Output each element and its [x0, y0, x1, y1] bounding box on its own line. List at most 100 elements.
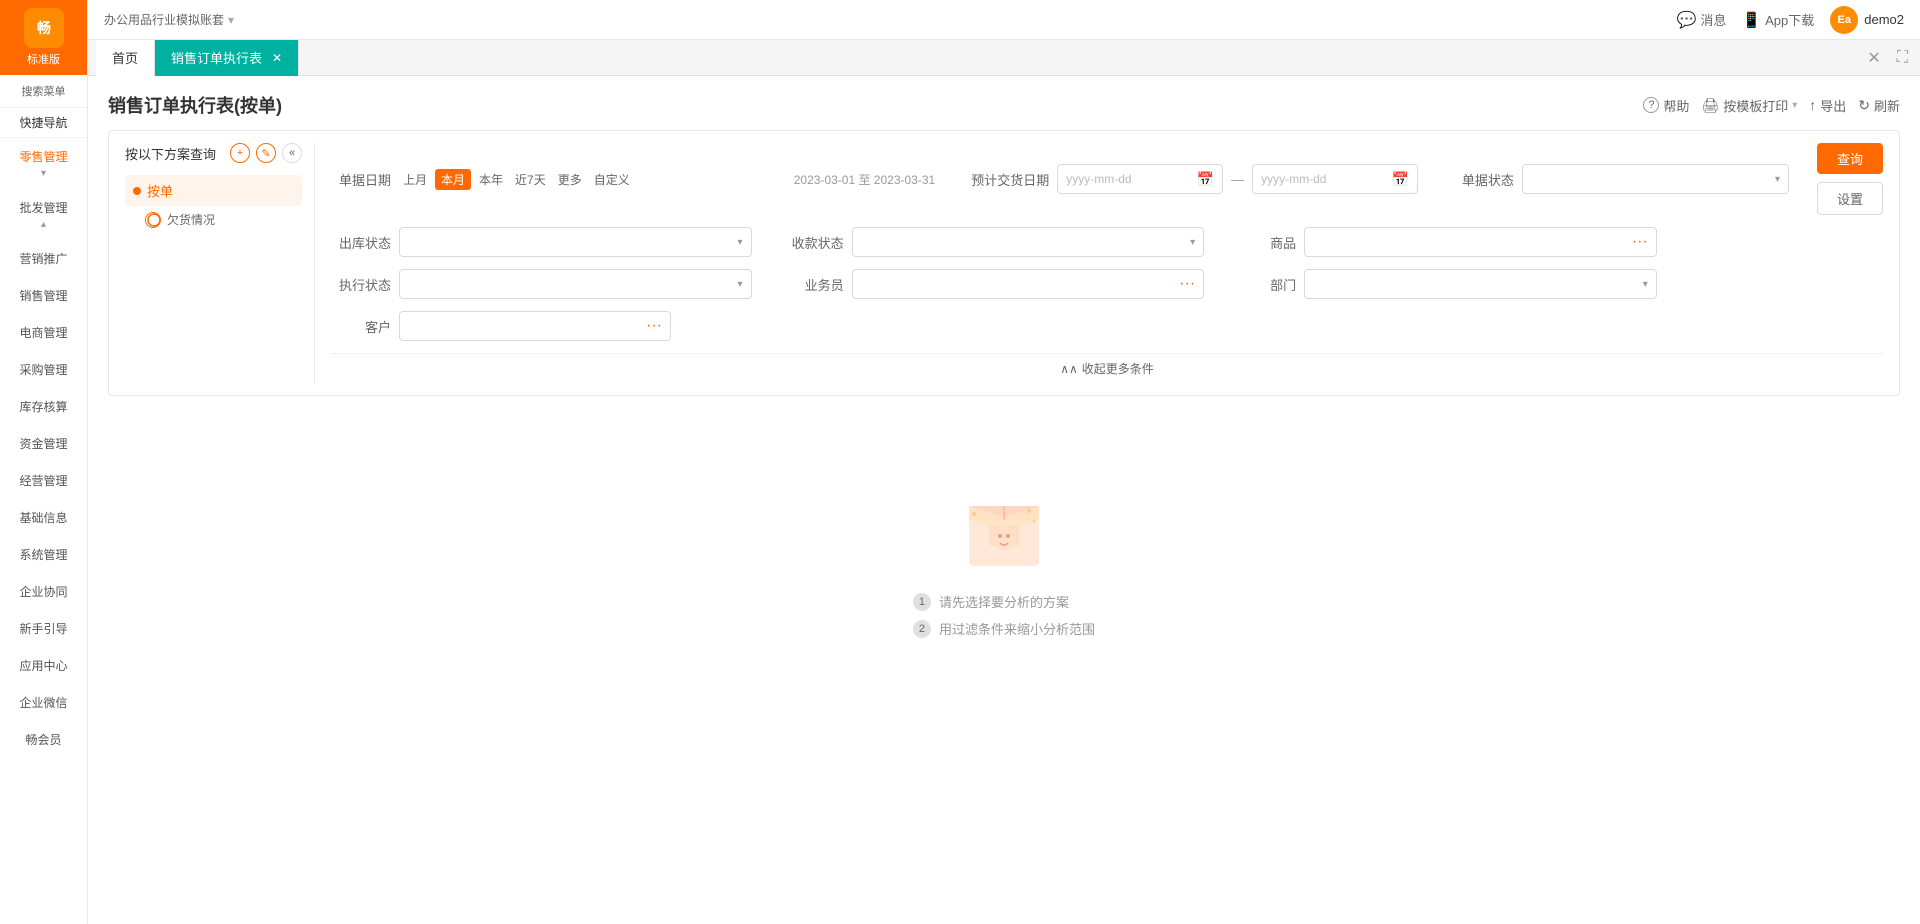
date-tab-thisyear[interactable]: 本年 — [475, 169, 507, 190]
status-label: 单据状态 — [1454, 170, 1514, 189]
action-buttons: 查询 设置 — [1817, 143, 1883, 215]
expected-date-from-input[interactable]: yyyy-mm-dd 📅 — [1057, 164, 1223, 194]
sidebar-item-wholesale[interactable]: 批发管理 ▴ — [0, 189, 87, 240]
exec-status-label: 执行状态 — [331, 275, 391, 294]
sidebar-item-retail[interactable]: 零售管理 ▾ — [0, 138, 87, 189]
expected-date-label: 预计交货日期 — [971, 170, 1049, 189]
sidebar-item-marketing[interactable]: 营销推广 — [0, 240, 87, 277]
date-tab-more[interactable]: 更多 — [554, 169, 586, 190]
receive-status-dropdown-icon: ▾ — [1190, 237, 1195, 248]
search-button[interactable]: 查询 — [1817, 143, 1883, 174]
filter-row-2: 出库状态 ▾ 收款状态 ▾ — [331, 227, 1883, 257]
sidebar-item-operations[interactable]: 经营管理 — [0, 462, 87, 499]
logo-icon: 畅 — [24, 8, 64, 48]
dept-field: 部门 ▾ — [1236, 269, 1657, 299]
empty-state: 1 请先选择要分析的方案 2 用过滤条件来缩小分析范围 — [108, 396, 1900, 718]
product-select[interactable]: ··· — [1304, 227, 1657, 257]
ship-status-label: 出库状态 — [331, 233, 391, 252]
hint-text-2: 用过滤条件来缩小分析范围 — [939, 619, 1095, 638]
breadcrumb-dropdown-icon[interactable]: ▾ — [228, 13, 234, 27]
scheme-by-order-label: 按单 — [147, 181, 173, 200]
sidebar-item-finance[interactable]: 资金管理 — [0, 425, 87, 462]
tab-fullscreen-icon[interactable]: ⛶ — [1893, 45, 1912, 71]
refresh-icon: ↻ — [1858, 97, 1870, 114]
sidebar-item-inventory[interactable]: 库存核算 — [0, 388, 87, 425]
scheme-by-order[interactable]: 按单 — [125, 175, 302, 206]
tab-home[interactable]: 首页 — [96, 40, 155, 76]
sidebar-item-wechat[interactable]: 企业微信 — [0, 684, 87, 721]
customer-more-icon[interactable]: ··· — [646, 317, 662, 335]
product-label: 商品 — [1236, 233, 1296, 252]
scheme-dot-icon — [133, 187, 141, 195]
page-title: 销售订单执行表(按单) — [108, 92, 282, 118]
tab-sales-order[interactable]: 销售订单执行表 ✕ — [155, 40, 299, 76]
help-button[interactable]: ? 帮助 — [1643, 96, 1689, 115]
scheme-add-icon[interactable]: + — [230, 143, 250, 163]
sales-person-more-icon[interactable]: ··· — [1179, 275, 1195, 293]
sidebar-item-member[interactable]: 畅会员 — [0, 721, 87, 758]
ship-status-field: 出库状态 ▾ — [331, 227, 752, 257]
scheme-collapse-icon[interactable]: « — [282, 143, 302, 163]
retail-arrow: ▾ — [41, 168, 46, 179]
scheme-panel-header: 按以下方案查询 + ✎ « — [125, 143, 302, 163]
sidebar-item-basic[interactable]: 基础信息 — [0, 499, 87, 536]
topbar-message-btn[interactable]: 💬 消息 — [1676, 10, 1726, 30]
expected-date-to-input[interactable]: yyyy-mm-dd 📅 — [1252, 164, 1418, 194]
sidebar-logo[interactable]: 畅 标准版 — [0, 0, 87, 75]
hint-num-2: 2 — [913, 620, 931, 638]
receive-status-select[interactable]: ▾ — [852, 227, 1205, 257]
topbar-user[interactable]: Ea demo2 — [1830, 6, 1904, 34]
topbar-app-download-btn[interactable]: 📱 App下载 — [1742, 10, 1814, 29]
dept-label: 部门 — [1236, 275, 1296, 294]
tab-close-icon[interactable]: ✕ — [272, 51, 282, 65]
wholesale-arrow: ▴ — [41, 219, 46, 230]
sidebar-item-sales[interactable]: 销售管理 — [0, 277, 87, 314]
collapse-filters-btn[interactable]: ∧∧ 收起更多条件 — [331, 353, 1883, 383]
date-range-display: 2023-03-01 至 2023-03-31 — [794, 171, 935, 188]
message-label: 消息 — [1700, 10, 1726, 29]
scheme-owe-goods[interactable]: 欠货情况 — [125, 206, 302, 233]
ship-status-select[interactable]: ▾ — [399, 227, 752, 257]
breadcrumb[interactable]: 办公用品行业模拟账套 ▾ — [104, 11, 234, 28]
product-more-icon[interactable]: ··· — [1632, 233, 1648, 251]
sidebar-item-purchase[interactable]: 采购管理 — [0, 351, 87, 388]
date-tab-thismonth[interactable]: 本月 — [435, 169, 471, 190]
sidebar-item-enterprise[interactable]: 企业协同 — [0, 573, 87, 610]
sub-dot-icon — [145, 212, 161, 228]
refresh-button[interactable]: ↻ 刷新 — [1858, 96, 1900, 115]
print-icon: 🖨 — [1701, 97, 1719, 114]
filter-layout: 按以下方案查询 + ✎ « 按单 — [125, 143, 1883, 383]
empty-hint-1: 1 请先选择要分析的方案 — [913, 592, 1095, 611]
exec-status-dropdown-icon: ▾ — [738, 279, 743, 290]
tab-expand-icon[interactable]: ✕ — [1863, 44, 1884, 72]
export-button[interactable]: ↑ 导出 — [1809, 96, 1846, 115]
tab-home-label: 首页 — [112, 48, 138, 67]
reset-button[interactable]: 设置 — [1817, 182, 1883, 215]
collapse-label: 收起更多条件 — [1082, 360, 1154, 377]
scheme-edit-icon[interactable]: ✎ — [256, 143, 276, 163]
scheme-panel-title: 按以下方案查询 — [125, 144, 216, 163]
topbar: 办公用品行业模拟账套 ▾ 💬 消息 📱 App下载 Ea demo2 — [88, 0, 1920, 40]
status-select[interactable]: ▾ — [1522, 164, 1789, 194]
date-tab-lastmonth[interactable]: 上月 — [399, 169, 431, 190]
sidebar-item-apps[interactable]: 应用中心 — [0, 647, 87, 684]
cal-icon-from: 📅 — [1197, 171, 1214, 188]
date-tab-custom[interactable]: 自定义 — [590, 169, 634, 190]
exec-status-field: 执行状态 ▾ — [331, 269, 752, 299]
dept-select[interactable]: ▾ — [1304, 269, 1657, 299]
sidebar-item-ecommerce[interactable]: 电商管理 — [0, 314, 87, 351]
content-area: 销售订单执行表(按单) ? 帮助 🖨 按模板打印 ▾ ↑ 导出 — [88, 76, 1920, 924]
username: demo2 — [1864, 12, 1904, 27]
sidebar-quick-nav[interactable]: 快捷导航 — [0, 108, 87, 138]
date-tab-7days[interactable]: 近7天 — [511, 169, 550, 190]
topbar-right: 💬 消息 📱 App下载 Ea demo2 — [1676, 6, 1904, 34]
print-dropdown-icon: ▾ — [1792, 100, 1797, 111]
message-icon: 💬 — [1676, 10, 1696, 30]
sidebar-item-system[interactable]: 系统管理 — [0, 536, 87, 573]
customer-select[interactable]: ··· — [399, 311, 671, 341]
print-button[interactable]: 🖨 按模板打印 ▾ — [1701, 96, 1797, 115]
exec-status-select[interactable]: ▾ — [399, 269, 752, 299]
sidebar-search[interactable]: 搜索菜单 — [0, 75, 87, 108]
sidebar-item-newbie[interactable]: 新手引导 — [0, 610, 87, 647]
sales-person-select[interactable]: ··· — [852, 269, 1205, 299]
